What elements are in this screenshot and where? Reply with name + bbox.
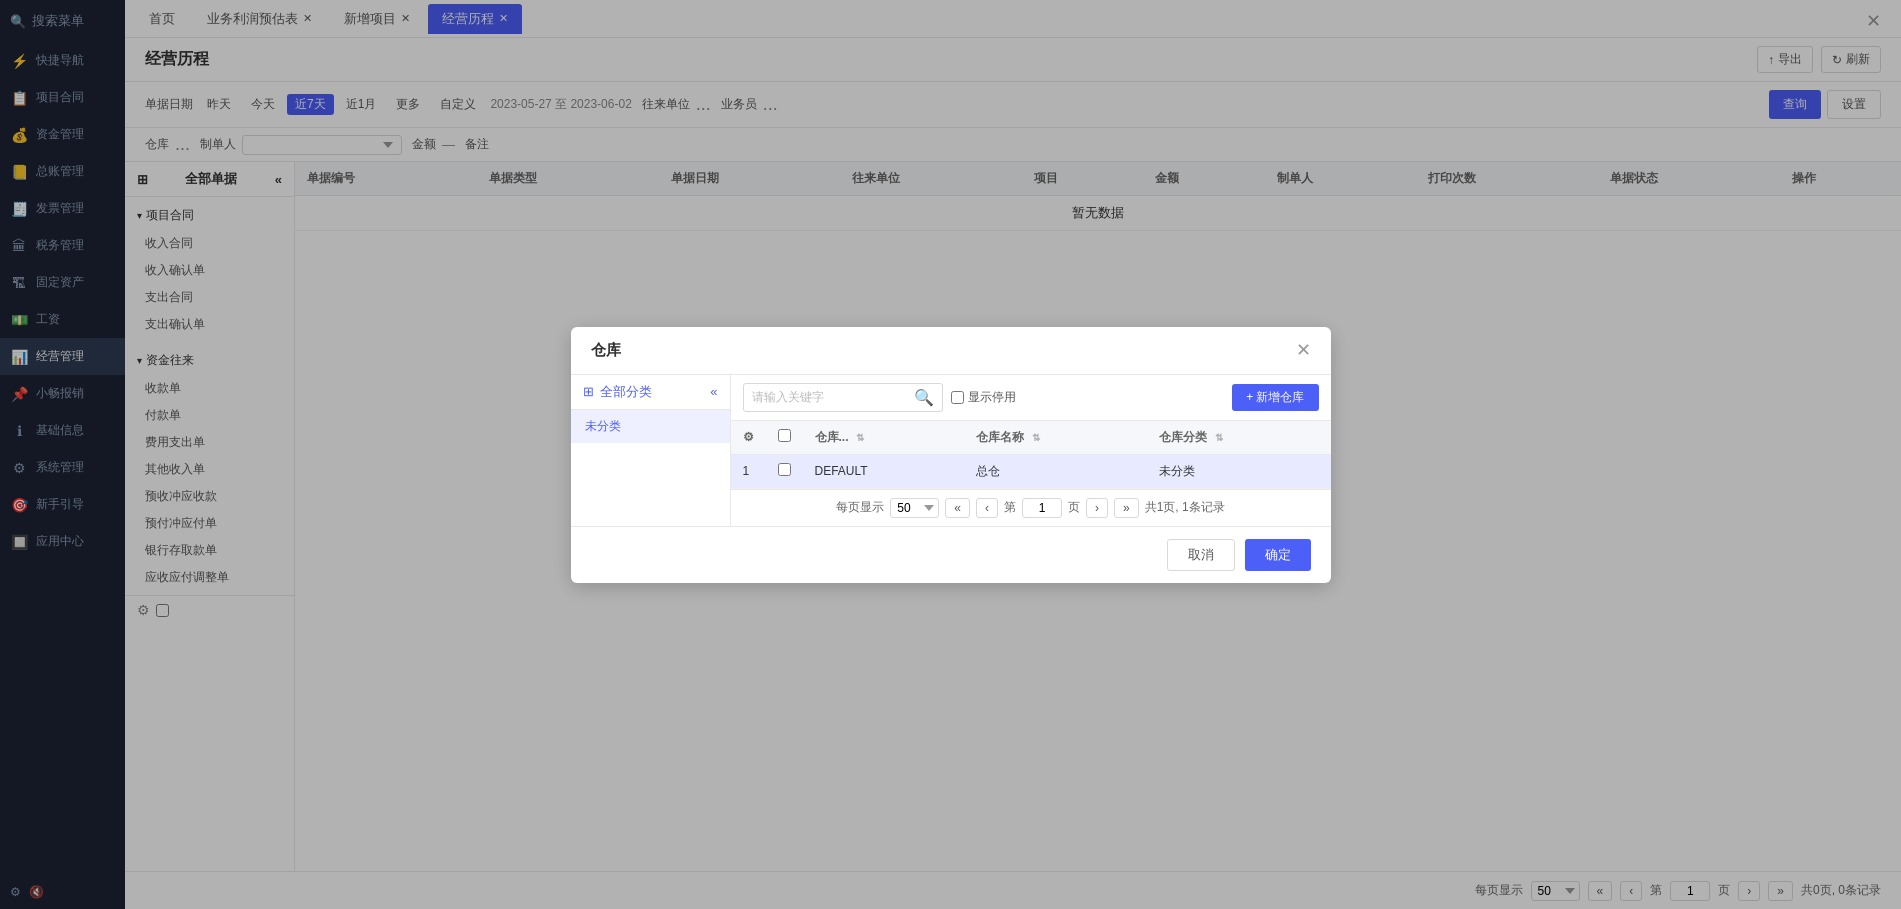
modal-last-page[interactable]: »: [1114, 498, 1139, 518]
sort-arrows-code: ⇅: [856, 432, 864, 443]
modal-sidebar-collapse-icon[interactable]: «: [710, 384, 717, 399]
show-disabled-label[interactable]: 显示停用: [951, 389, 1016, 406]
sort-arrows-category: ⇅: [1215, 432, 1223, 443]
modal-footer: 取消 确定: [571, 526, 1331, 583]
modal-sidebar-item-unclassified[interactable]: 未分类: [571, 410, 730, 443]
cancel-button[interactable]: 取消: [1167, 539, 1235, 571]
row-name: 总仓: [964, 454, 1147, 488]
modal-page-input[interactable]: [1022, 498, 1062, 518]
modal-table: ⚙ 仓库... ⇅ 仓库名称 ⇅: [731, 421, 1331, 489]
modal-search-icon[interactable]: 🔍: [914, 388, 934, 407]
grid-icon: ⊞: [583, 384, 594, 399]
add-warehouse-button[interactable]: + 新增仓库: [1232, 384, 1318, 411]
row-category: 未分类: [1147, 454, 1330, 488]
modal-sidebar: ⊞ 全部分类 « 未分类: [571, 375, 731, 526]
modal-title: 仓库: [591, 341, 621, 360]
modal-toolbar: 🔍 显示停用 + 新增仓库: [731, 375, 1331, 421]
modal-page-pre: 第: [1004, 499, 1016, 516]
modal-col-check: [766, 421, 803, 455]
modal-per-page-label: 每页显示: [836, 499, 884, 516]
confirm-button[interactable]: 确定: [1245, 539, 1311, 571]
modal-table-area: ⚙ 仓库... ⇅ 仓库名称 ⇅: [731, 421, 1331, 489]
modal-search-box: 🔍: [743, 383, 943, 412]
modal-close-button[interactable]: ✕: [1296, 341, 1311, 359]
modal-col-category: 仓库分类 ⇅: [1147, 421, 1330, 455]
warehouse-modal: 仓库 ✕ ⊞ 全部分类 « 未分类: [571, 327, 1331, 583]
show-disabled-checkbox[interactable]: [951, 391, 964, 404]
modal-sidebar-all-label: 全部分类: [600, 383, 652, 401]
modal-sidebar-all[interactable]: ⊞ 全部分类 «: [571, 375, 730, 410]
modal-col-code: 仓库... ⇅: [803, 421, 965, 455]
modal-pagination: 每页显示 50 20 100 « ‹ 第 页 › » 共1页, 1条记录: [731, 489, 1331, 526]
modal-search-input[interactable]: [752, 390, 910, 404]
sort-arrows-name: ⇅: [1032, 432, 1040, 443]
modal-header: 仓库 ✕: [571, 327, 1331, 375]
modal-sidebar-scroll: 未分类: [571, 410, 730, 443]
modal-next-page[interactable]: ›: [1086, 498, 1108, 518]
modal-col-gear: ⚙: [731, 421, 766, 455]
table-row[interactable]: 1 DEFAULT 总仓 未分类: [731, 454, 1331, 488]
modal-content: 🔍 显示停用 + 新增仓库 ⚙: [731, 375, 1331, 526]
modal-total: 共1页, 1条记录: [1145, 499, 1225, 516]
modal-prev-page[interactable]: ‹: [976, 498, 998, 518]
row-seq: 1: [731, 454, 766, 488]
modal-page-label: 页: [1068, 499, 1080, 516]
modal-body: ⊞ 全部分类 « 未分类 🔍: [571, 375, 1331, 526]
row-check[interactable]: [766, 454, 803, 488]
modal-first-page[interactable]: «: [945, 498, 970, 518]
modal-select-all[interactable]: [778, 429, 791, 442]
modal-col-name: 仓库名称 ⇅: [964, 421, 1147, 455]
modal-per-page-select[interactable]: 50 20 100: [890, 498, 939, 518]
row-code: DEFAULT: [803, 454, 965, 488]
modal-overlay[interactable]: 仓库 ✕ ⊞ 全部分类 « 未分类: [0, 0, 1901, 909]
